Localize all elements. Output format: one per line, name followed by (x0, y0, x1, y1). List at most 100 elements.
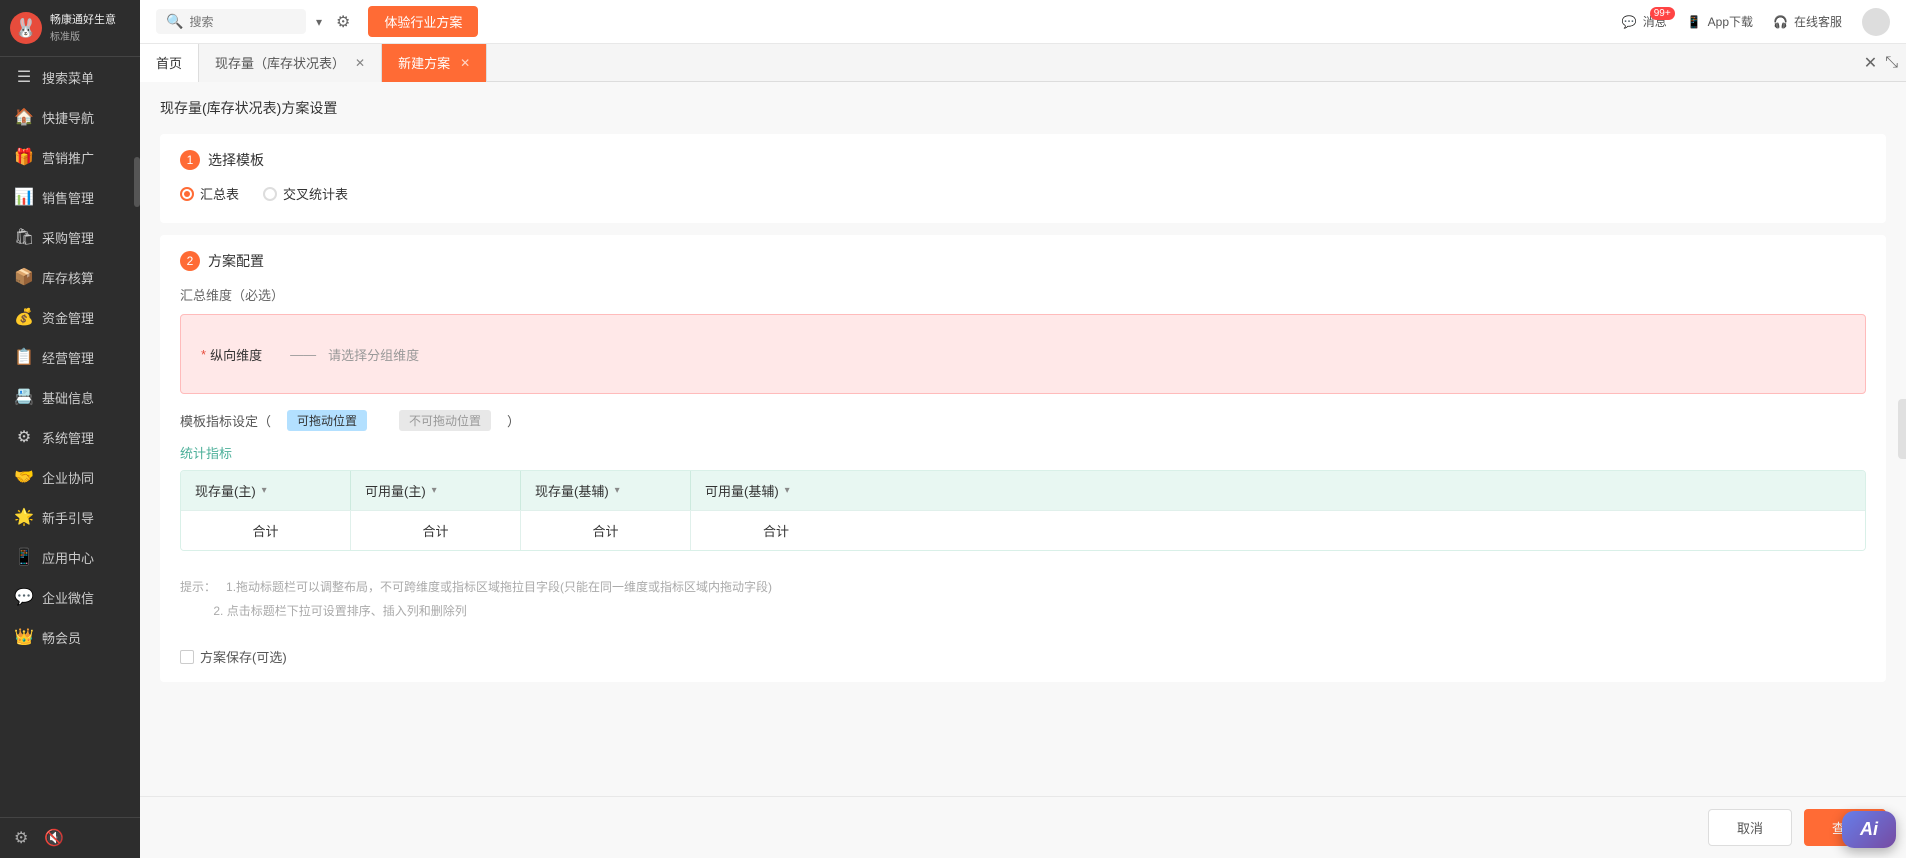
sidebar-item-enterprise-wechat[interactable]: 💬 企业微信 (0, 577, 140, 617)
sales-icon: 📊 (14, 187, 34, 207)
search-dropdown[interactable]: ▾ (316, 15, 322, 29)
search-box[interactable]: 🔍 (156, 9, 306, 34)
gift-icon: 🎁 (14, 147, 34, 167)
table-cell-0-2: 合计 (521, 511, 691, 550)
logo-icon: 🐰 (15, 18, 37, 39)
tab-home[interactable]: 首页 (140, 44, 199, 82)
online-service-label: 在线客服 (1794, 13, 1842, 30)
step1-header: 1 选择模板 (180, 150, 1866, 170)
topbar-right: 💬 消息 99+ 📱 App下载 🎧 在线客服 (1622, 8, 1890, 36)
expand-icon[interactable]: ⤡ (1885, 54, 1898, 72)
headphone-icon: 🎧 (1773, 15, 1788, 29)
mute-icon[interactable]: 🔇 (44, 828, 64, 848)
table-header-3[interactable]: 可用量(基辅) ▾ (691, 471, 861, 510)
table-cell-0-0: 合计 (181, 511, 351, 550)
save-checkbox[interactable] (180, 650, 194, 664)
sidebar-item-basic-info[interactable]: 📇 基础信息 (0, 377, 140, 417)
tab-inventory-label: 现存量（库存状况表） (215, 53, 345, 72)
tips-area: 提示： 1.拖动标题栏可以调整布局，不可跨维度或指标区域拖拉目字段(只能在同一维… (180, 575, 1866, 623)
sidebar-item-member[interactable]: 👑 畅会员 (0, 617, 140, 657)
app-download-label: App下载 (1708, 13, 1753, 30)
trial-btn[interactable]: 体验行业方案 (368, 6, 478, 37)
dimension-area[interactable]: * 纵向维度 —— 请选择分组维度 (180, 314, 1866, 394)
tab-new-scheme[interactable]: 新建方案 ✕ (382, 44, 487, 82)
tab-new-scheme-close-icon[interactable]: ✕ (460, 56, 470, 70)
col-label-2: 现存量(基辅) (535, 481, 609, 500)
tip2-text: 2. 点击标题栏下拉可设置排序、插入列和删除列 (213, 604, 466, 618)
system-icon: ⚙ (14, 427, 34, 447)
sidebar-header: 🐰 畅康通好生意 标准版 (0, 0, 140, 57)
cancel-button[interactable]: 取消 (1708, 809, 1792, 846)
sidebar-footer: ⚙ 🔇 (0, 817, 140, 858)
step2-section: 2 方案配置 汇总维度（必选） * 纵向维度 —— 请选择分组维度 模板指标设定… (160, 235, 1886, 682)
step2-badge: 2 (180, 251, 200, 271)
ai-float-button[interactable]: Ai (1842, 811, 1896, 848)
sidebar-item-app-center[interactable]: 📱 应用中心 (0, 537, 140, 577)
topbar: 🔍 ▾ ⚙ 体验行业方案 💬 消息 99+ 📱 App下载 🎧 在线客服 (140, 0, 1906, 44)
brand-name: 畅康通好生意 (50, 13, 116, 28)
step2-header: 2 方案配置 (180, 251, 1866, 271)
sidebar-item-label: 采购管理 (42, 228, 94, 247)
bottom-bar: 取消 查询 (140, 796, 1906, 858)
sidebar-item-system[interactable]: ⚙ 系统管理 (0, 417, 140, 457)
app-download-icon: 📱 (1687, 15, 1702, 29)
message-icon: 💬 (1622, 15, 1637, 29)
sidebar-item-marketing[interactable]: 🎁 营销推广 (0, 137, 140, 177)
app-center-icon: 📱 (14, 547, 34, 567)
operations-icon: 📋 (14, 347, 34, 367)
brand-version: 标准版 (50, 28, 116, 43)
finance-icon: 💰 (14, 307, 34, 327)
sidebar-item-finance[interactable]: 💰 资金管理 (0, 297, 140, 337)
tab-home-label: 首页 (156, 53, 182, 72)
summary-dim-label: 汇总维度（必选） (180, 285, 1866, 304)
stats-indicators-label: 统计指标 (180, 443, 1866, 462)
table-header-2[interactable]: 现存量(基辅) ▾ (521, 471, 691, 510)
online-service-group[interactable]: 🎧 在线客服 (1773, 13, 1842, 30)
step1-label: 选择模板 (208, 150, 264, 170)
user-avatar[interactable] (1862, 8, 1890, 36)
radio-summary-dot (180, 187, 194, 201)
settings-icon[interactable]: ⚙ (14, 828, 28, 848)
search-icon: 🔍 (166, 13, 183, 30)
tip2: 2. 点击标题栏下拉可设置排序、插入列和删除列 (180, 599, 1866, 623)
brand-info: 畅康通好生意 标准版 (50, 13, 116, 43)
messages-badge: 99+ (1650, 7, 1675, 20)
col-label-3: 可用量(基辅) (705, 481, 779, 500)
sidebar-item-operations[interactable]: 📋 经营管理 (0, 337, 140, 377)
right-side-handle[interactable] (1898, 399, 1906, 459)
required-mark: * (201, 347, 206, 362)
close-window-icon[interactable]: ✕ (1864, 53, 1877, 73)
table-header-1[interactable]: 可用量(主) ▾ (351, 471, 521, 510)
step1-section: 1 选择模板 汇总表 交叉统计表 (160, 134, 1886, 223)
sidebar-item-purchase[interactable]: 🛍 采购管理 (0, 217, 140, 257)
sidebar-item-label: 基础信息 (42, 388, 94, 407)
messages-group[interactable]: 💬 消息 99+ (1622, 13, 1667, 30)
app-download-group[interactable]: 📱 App下载 (1687, 13, 1753, 30)
basic-info-icon: 📇 (14, 387, 34, 407)
step2-label: 方案配置 (208, 251, 264, 271)
col-label-1: 可用量(主) (365, 481, 426, 500)
sidebar-item-sales[interactable]: 📊 销售管理 (0, 177, 140, 217)
tab-inventory-close-icon[interactable]: ✕ (355, 56, 365, 70)
home-icon: 🏠 (14, 107, 34, 127)
sidebar-item-label: 系统管理 (42, 428, 94, 447)
sidebar-item-inventory[interactable]: 📦 库存核算 (0, 257, 140, 297)
step1-badge: 1 (180, 150, 200, 170)
chevron-down-icon-1: ▾ (432, 485, 437, 496)
purchase-icon: 🛍 (14, 227, 34, 247)
sidebar-item-label: 应用中心 (42, 548, 94, 567)
tab-inventory-status[interactable]: 现存量（库存状况表） ✕ (199, 44, 382, 82)
search-input[interactable] (189, 15, 289, 29)
sidebar-item-label: 新手引导 (42, 508, 94, 527)
sidebar-item-search-menu[interactable]: ☰ 搜索菜单 (0, 57, 140, 97)
sidebar-item-quick-nav[interactable]: 🏠 快捷导航 (0, 97, 140, 137)
sidebar-item-newbie[interactable]: 🌟 新手引导 (0, 497, 140, 537)
col-label-0: 现存量(主) (195, 481, 256, 500)
tip2-indent (180, 604, 210, 618)
table-header-0[interactable]: 现存量(主) ▾ (181, 471, 351, 510)
radio-summary[interactable]: 汇总表 (180, 184, 239, 203)
chevron-down-icon-0: ▾ (262, 485, 267, 496)
radio-cross[interactable]: 交叉统计表 (263, 184, 348, 203)
sidebar-item-enterprise[interactable]: 🤝 企业协同 (0, 457, 140, 497)
topbar-settings-icon[interactable]: ⚙ (332, 8, 354, 36)
